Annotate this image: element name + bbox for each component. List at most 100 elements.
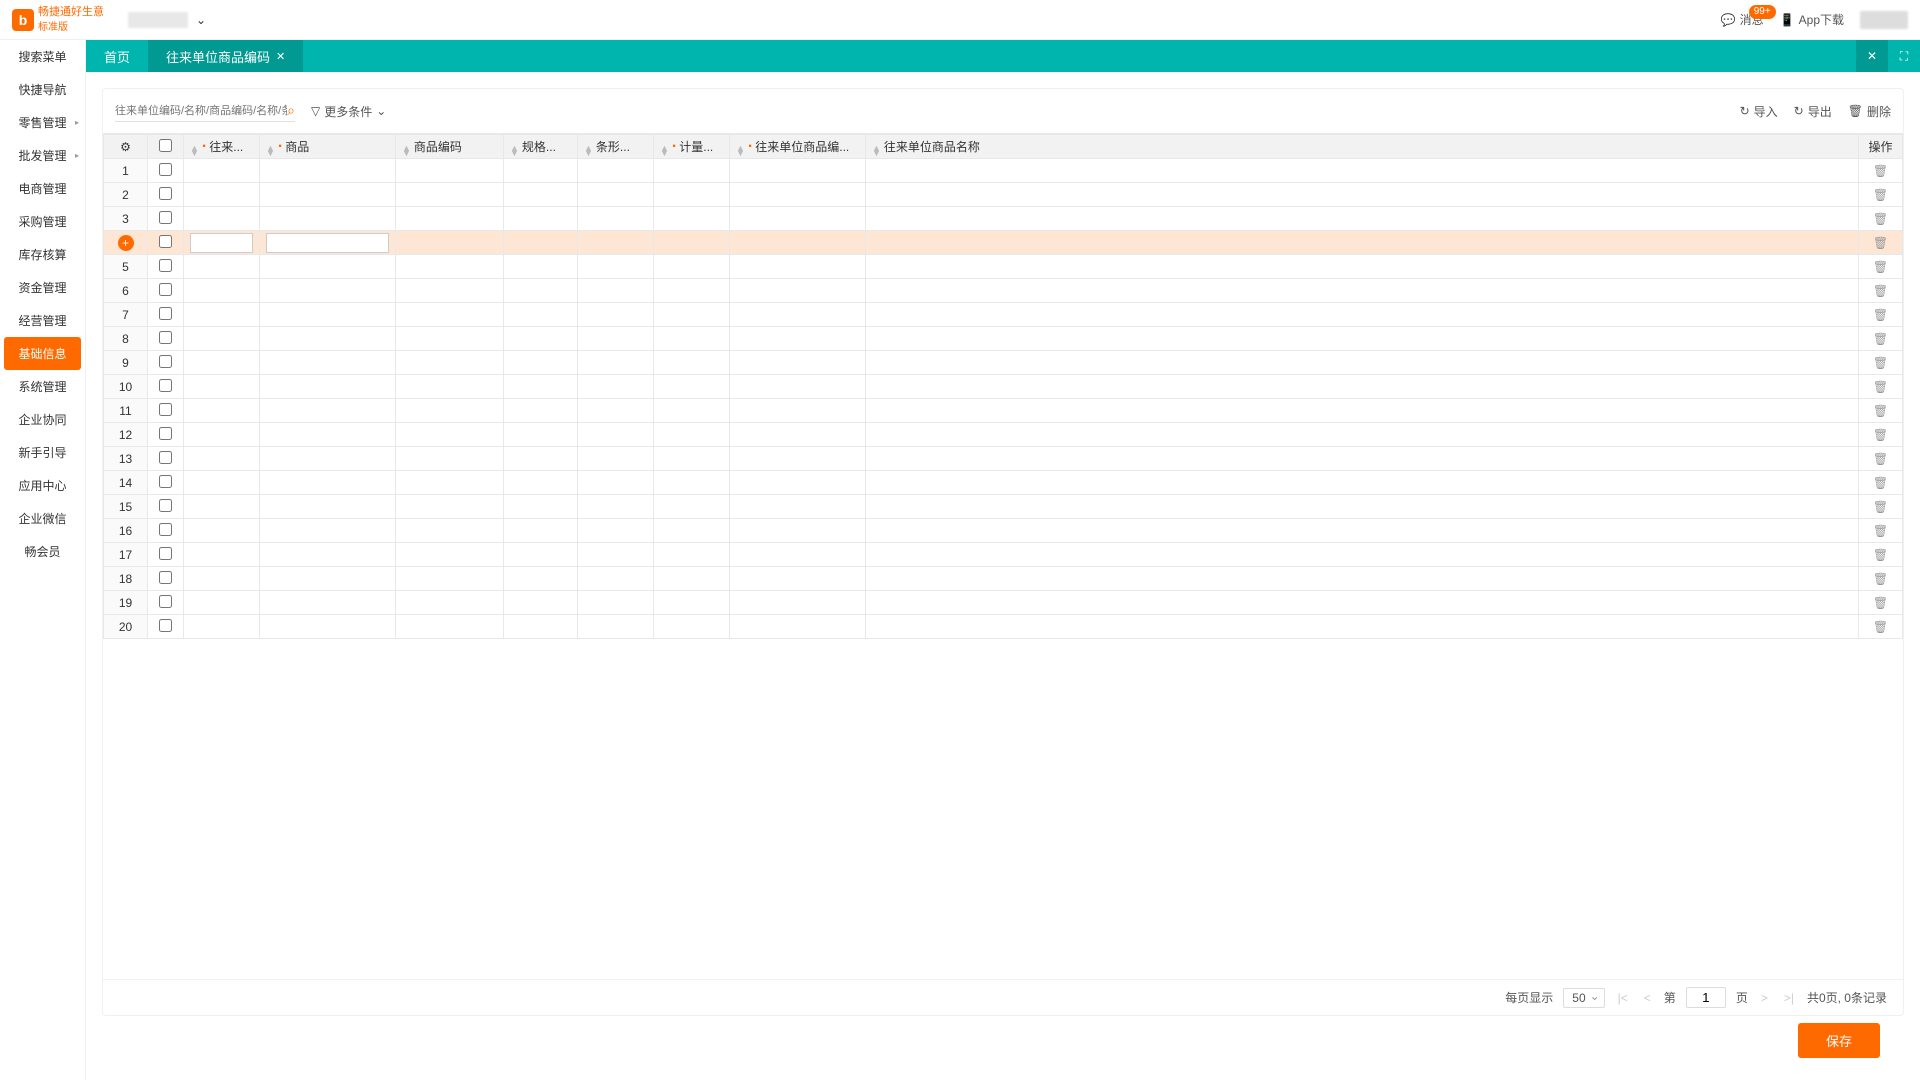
sidebar-item[interactable]: 搜索菜单 — [0, 40, 85, 73]
column-header[interactable]: ▲▼商品 — [260, 135, 396, 159]
table-row[interactable]: 8🗑 — [104, 327, 1903, 351]
sidebar-item[interactable]: 畅会员 — [0, 535, 85, 568]
cell-input[interactable] — [266, 233, 389, 253]
select-all-checkbox[interactable] — [159, 139, 172, 152]
cell[interactable] — [184, 543, 260, 567]
row-checkbox[interactable] — [159, 403, 172, 416]
tab[interactable]: 首页 — [86, 40, 148, 72]
cell[interactable] — [866, 519, 1859, 543]
cell[interactable] — [654, 159, 730, 183]
column-header[interactable]: ▲▼往来单位商品名称 — [866, 135, 1859, 159]
cell[interactable] — [504, 255, 578, 279]
cell[interactable] — [578, 183, 654, 207]
cell[interactable] — [578, 375, 654, 399]
table-row[interactable]: 3🗑 — [104, 207, 1903, 231]
cell[interactable] — [504, 279, 578, 303]
table-row[interactable]: 5🗑 — [104, 255, 1903, 279]
app-download-button[interactable]: 📱 App下载 — [1780, 11, 1844, 28]
tab-close-icon[interactable]: ✕ — [276, 50, 285, 63]
table-row[interactable]: 6🗑 — [104, 279, 1903, 303]
table-row[interactable]: 11🗑 — [104, 399, 1903, 423]
cell[interactable] — [578, 591, 654, 615]
cell[interactable] — [654, 423, 730, 447]
cell[interactable] — [578, 471, 654, 495]
cell[interactable] — [260, 519, 396, 543]
cell[interactable] — [396, 327, 504, 351]
cell[interactable] — [260, 447, 396, 471]
row-checkbox[interactable] — [159, 187, 172, 200]
delete-row-icon[interactable]: 🗑 — [1873, 332, 1888, 346]
table-row[interactable]: 17🗑 — [104, 543, 1903, 567]
cell[interactable] — [260, 351, 396, 375]
cell[interactable] — [504, 327, 578, 351]
cell[interactable] — [260, 183, 396, 207]
cell[interactable] — [260, 255, 396, 279]
settings-column-header[interactable]: ⚙ — [104, 135, 148, 159]
cell[interactable] — [396, 303, 504, 327]
delete-row-icon[interactable]: 🗑 — [1873, 260, 1888, 274]
column-header[interactable]: ▲▼往来单位商品编... — [730, 135, 866, 159]
row-checkbox[interactable] — [159, 283, 172, 296]
cell[interactable] — [866, 423, 1859, 447]
row-checkbox[interactable] — [159, 307, 172, 320]
cell[interactable] — [654, 447, 730, 471]
cell[interactable] — [396, 543, 504, 567]
cell[interactable] — [578, 519, 654, 543]
cell[interactable] — [504, 303, 578, 327]
cell[interactable] — [504, 615, 578, 639]
row-checkbox[interactable] — [159, 427, 172, 440]
cell[interactable] — [730, 423, 866, 447]
row-checkbox[interactable] — [159, 595, 172, 608]
cell[interactable] — [184, 183, 260, 207]
search-input[interactable] — [115, 101, 287, 121]
cell[interactable] — [504, 519, 578, 543]
cell[interactable] — [730, 399, 866, 423]
cell[interactable] — [396, 255, 504, 279]
cell[interactable] — [730, 159, 866, 183]
cell[interactable] — [578, 399, 654, 423]
cell[interactable] — [866, 615, 1859, 639]
cell[interactable] — [654, 255, 730, 279]
cell[interactable] — [504, 495, 578, 519]
data-table-wrap[interactable]: ⚙ ▲▼往来...▲▼商品▲▼商品编码▲▼规格...▲▼条形...▲▼计量...… — [103, 133, 1903, 979]
cell[interactable] — [260, 303, 396, 327]
delete-row-icon[interactable]: 🗑 — [1873, 524, 1888, 538]
delete-row-icon[interactable]: 🗑 — [1873, 188, 1888, 202]
cell[interactable] — [260, 399, 396, 423]
tab[interactable]: 往来单位商品编码✕ — [148, 40, 303, 72]
cell[interactable] — [396, 495, 504, 519]
row-checkbox[interactable] — [159, 451, 172, 464]
cell[interactable] — [730, 327, 866, 351]
user-avatar[interactable] — [1860, 11, 1908, 29]
cell[interactable] — [184, 327, 260, 351]
delete-row-icon[interactable]: 🗑 — [1873, 308, 1888, 322]
cell[interactable] — [866, 399, 1859, 423]
cell[interactable] — [866, 255, 1859, 279]
cell[interactable] — [654, 231, 730, 255]
table-row[interactable]: 13🗑 — [104, 447, 1903, 471]
row-checkbox[interactable] — [159, 499, 172, 512]
sidebar-item[interactable]: 快捷导航 — [0, 73, 85, 106]
cell[interactable] — [866, 351, 1859, 375]
cell[interactable] — [578, 615, 654, 639]
last-page-button[interactable]: >| — [1781, 991, 1797, 1005]
table-row[interactable]: 16🗑 — [104, 519, 1903, 543]
delete-row-icon[interactable]: 🗑 — [1873, 236, 1888, 250]
cell[interactable] — [578, 327, 654, 351]
cell[interactable] — [866, 567, 1859, 591]
cell[interactable] — [654, 399, 730, 423]
cell[interactable] — [260, 159, 396, 183]
column-header[interactable]: ▲▼规格... — [504, 135, 578, 159]
cell[interactable] — [578, 279, 654, 303]
cell-input[interactable] — [190, 233, 253, 253]
cell[interactable] — [504, 591, 578, 615]
cell[interactable] — [866, 543, 1859, 567]
sidebar-item[interactable]: 批发管理▸ — [0, 139, 85, 172]
close-tab-button[interactable]: ✕ — [1856, 40, 1888, 72]
sidebar-item[interactable]: 采购管理 — [0, 205, 85, 238]
cell[interactable] — [654, 303, 730, 327]
cell[interactable] — [654, 615, 730, 639]
cell[interactable] — [730, 495, 866, 519]
sidebar-item[interactable]: 电商管理 — [0, 172, 85, 205]
delete-row-icon[interactable]: 🗑 — [1873, 500, 1888, 514]
